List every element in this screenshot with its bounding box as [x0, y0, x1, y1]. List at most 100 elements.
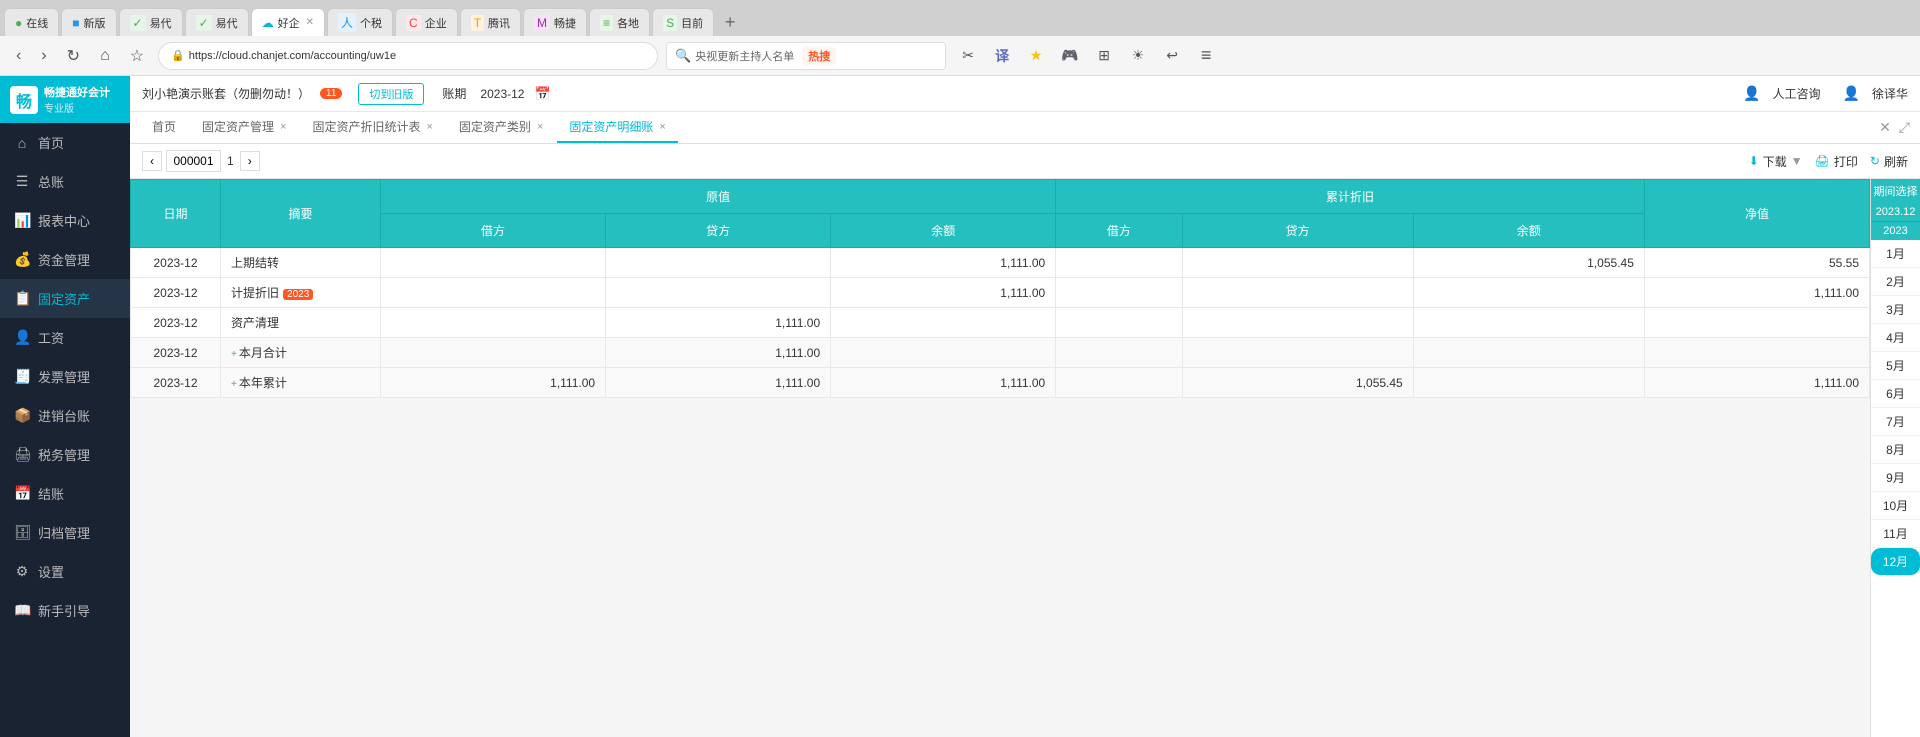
cell-date: 2023-12 [131, 368, 221, 398]
col-original-value: 原值 [381, 180, 1056, 214]
browser-tab-yidai2[interactable]: ✓ 易代 [185, 8, 249, 36]
cell-dep-debit [1056, 338, 1182, 368]
refresh-nav-button[interactable]: ↻ [61, 42, 86, 70]
browser-tab-muqian[interactable]: S 目前 [652, 8, 714, 36]
page-num: 1 [227, 154, 234, 168]
period-month-4[interactable]: 4月 [1871, 324, 1920, 352]
tab-home[interactable]: 首页 [140, 113, 188, 143]
undo-icon[interactable]: ↩ [1158, 42, 1186, 70]
cell-orig-balance [831, 338, 1056, 368]
browser-tab-gedi[interactable]: ≡ 各地 [589, 8, 650, 36]
grid-icon[interactable]: ⊞ [1090, 42, 1118, 70]
sidebar-logo: 畅 畅捷通好会计 专业版 [0, 76, 130, 123]
bookmark-button[interactable]: ☆ [124, 42, 150, 70]
download-button[interactable]: ⬇ 下载 ▼ [1749, 153, 1803, 170]
ssl-icon: 🔒 [171, 49, 185, 62]
fixed-assets-icon: 📋 [14, 290, 30, 307]
period-month-1[interactable]: 1月 [1871, 240, 1920, 268]
tab-fixed-assets-mgmt[interactable]: 固定资产管理 × [190, 113, 298, 143]
prev-page-button[interactable]: ‹ [142, 151, 162, 171]
period-month-10[interactable]: 10月 [1871, 492, 1920, 520]
cell-dep-balance [1413, 308, 1644, 338]
cell-orig-credit: 1,111.00 [606, 308, 831, 338]
sidebar-item-ledger[interactable]: ☰ 总账 [0, 162, 130, 201]
browser-tab-tengxun[interactable]: T 腾讯 [460, 8, 521, 36]
reports-icon: 📊 [14, 212, 30, 229]
refresh-icon: ↻ [1870, 154, 1880, 168]
cell-net-value [1644, 338, 1869, 368]
period-month-5[interactable]: 5月 [1871, 352, 1920, 380]
browser-tab-new[interactable]: ■ 新版 [61, 8, 116, 36]
period-value: 2023-12 [480, 87, 524, 101]
period-month-9[interactable]: 9月 [1871, 464, 1920, 492]
star-icon[interactable]: ★ [1022, 42, 1050, 70]
period-year-row[interactable]: 2023.12 [1871, 203, 1920, 222]
cell-net-value: 55.55 [1644, 248, 1869, 278]
address-bar[interactable]: 🔒 https://cloud.chanjet.com/accounting/u… [158, 42, 658, 70]
back-button[interactable]: ‹ [10, 43, 27, 69]
period-month-3[interactable]: 3月 [1871, 296, 1920, 324]
sidebar-item-funds[interactable]: 💰 资金管理 [0, 240, 130, 279]
browser-tab-changjie[interactable]: M 畅捷 [523, 8, 587, 36]
browser-tab-qiye[interactable]: C 企业 [395, 8, 458, 36]
new-tab-button[interactable]: + [716, 8, 744, 36]
cell-orig-credit [606, 248, 831, 278]
period-month-7[interactable]: 7月 [1871, 408, 1920, 436]
home-icon: ⌂ [14, 135, 30, 151]
switch-version-button[interactable]: 切到旧版 [358, 83, 424, 105]
menu-icon[interactable]: ≡ [1192, 42, 1220, 70]
period-month-2[interactable]: 2月 [1871, 268, 1920, 296]
scissors-icon[interactable]: ✂ [954, 42, 982, 70]
collapse-button[interactable]: ✕ [1879, 119, 1891, 136]
tab-fixed-assets-category[interactable]: 固定资产类别 × [447, 113, 555, 143]
sidebar-item-payroll[interactable]: 👤 工资 [0, 318, 130, 357]
page-navigator: ‹ 1 › [142, 150, 260, 172]
expand-button[interactable]: ⤢ [1899, 119, 1910, 136]
detail-table: 日期 摘要 原值 累计折旧 净值 [130, 179, 1870, 398]
forward-button[interactable]: › [35, 43, 52, 69]
home-button[interactable]: ⌂ [94, 43, 116, 69]
tax-icon: 🖨 [14, 446, 30, 463]
browser-tab-haoqi[interactable]: ☁ 好企 ✕ [251, 8, 325, 36]
print-button[interactable]: 🖨 打印 [1815, 153, 1858, 170]
sun-icon[interactable]: ☀ [1124, 42, 1152, 70]
cell-date: 2023-12 [131, 248, 221, 278]
payroll-icon: 👤 [14, 329, 30, 346]
sidebar: 畅 畅捷通好会计 专业版 ⌂ 首页 ☰ 总账 📊 报表中心 💰 资金管理 📋 固… [0, 76, 130, 737]
tab-depreciation-stats[interactable]: 固定资产折旧统计表 × [300, 113, 444, 143]
period-month-6[interactable]: 6月 [1871, 380, 1920, 408]
translate-icon[interactable]: 译 [988, 42, 1016, 70]
cell-orig-debit: 1,111.00 [381, 368, 606, 398]
browser-tab-yidai1[interactable]: ✓ 易代 [119, 8, 183, 36]
period-month-8[interactable]: 8月 [1871, 436, 1920, 464]
cell-orig-debit [381, 278, 606, 308]
cell-orig-debit [381, 248, 606, 278]
sidebar-item-closing[interactable]: 📅 结账 [0, 474, 130, 513]
company-name: 刘小艳演示账套（勿删勿动！） [142, 85, 310, 102]
sidebar-item-archive[interactable]: 🗄 归档管理 [0, 513, 130, 552]
sidebar-item-tax[interactable]: 🖨 税务管理 [0, 435, 130, 474]
refresh-button[interactable]: ↻ 刷新 [1870, 153, 1908, 170]
sidebar-item-guide[interactable]: 📖 新手引导 [0, 591, 130, 630]
browser-tab-geshui[interactable]: 人 个税 [327, 8, 393, 36]
help-label[interactable]: 人工咨询 [1773, 85, 1821, 102]
page-input[interactable] [166, 150, 221, 172]
browser-tab-online[interactable]: ● 在线 [4, 8, 59, 36]
cell-dep-credit: 1,055.45 [1182, 368, 1413, 398]
user-name[interactable]: 徐译华 [1872, 85, 1908, 102]
period-month-12[interactable]: 12月 [1871, 548, 1920, 576]
sidebar-item-invoice[interactable]: 🧾 发票管理 [0, 357, 130, 396]
game-icon[interactable]: 🎮 [1056, 42, 1084, 70]
col-dep-debit: 借方 [1056, 214, 1182, 248]
sidebar-item-reports[interactable]: 📊 报表中心 [0, 201, 130, 240]
sidebar-item-stock[interactable]: 📦 进销台账 [0, 396, 130, 435]
period-month-11[interactable]: 11月 [1871, 520, 1920, 548]
cell-dep-balance [1413, 368, 1644, 398]
cell-net-value [1644, 308, 1869, 338]
sidebar-item-fixed-assets[interactable]: 📋 固定资产 [0, 279, 130, 318]
sidebar-item-home[interactable]: ⌂ 首页 [0, 123, 130, 162]
cell-summary: 资产清理 [221, 308, 381, 338]
sidebar-item-settings[interactable]: ⚙ 设置 [0, 552, 130, 591]
tab-fixed-assets-detail[interactable]: 固定资产明细账 × [557, 113, 677, 143]
next-page-button[interactable]: › [240, 151, 260, 171]
